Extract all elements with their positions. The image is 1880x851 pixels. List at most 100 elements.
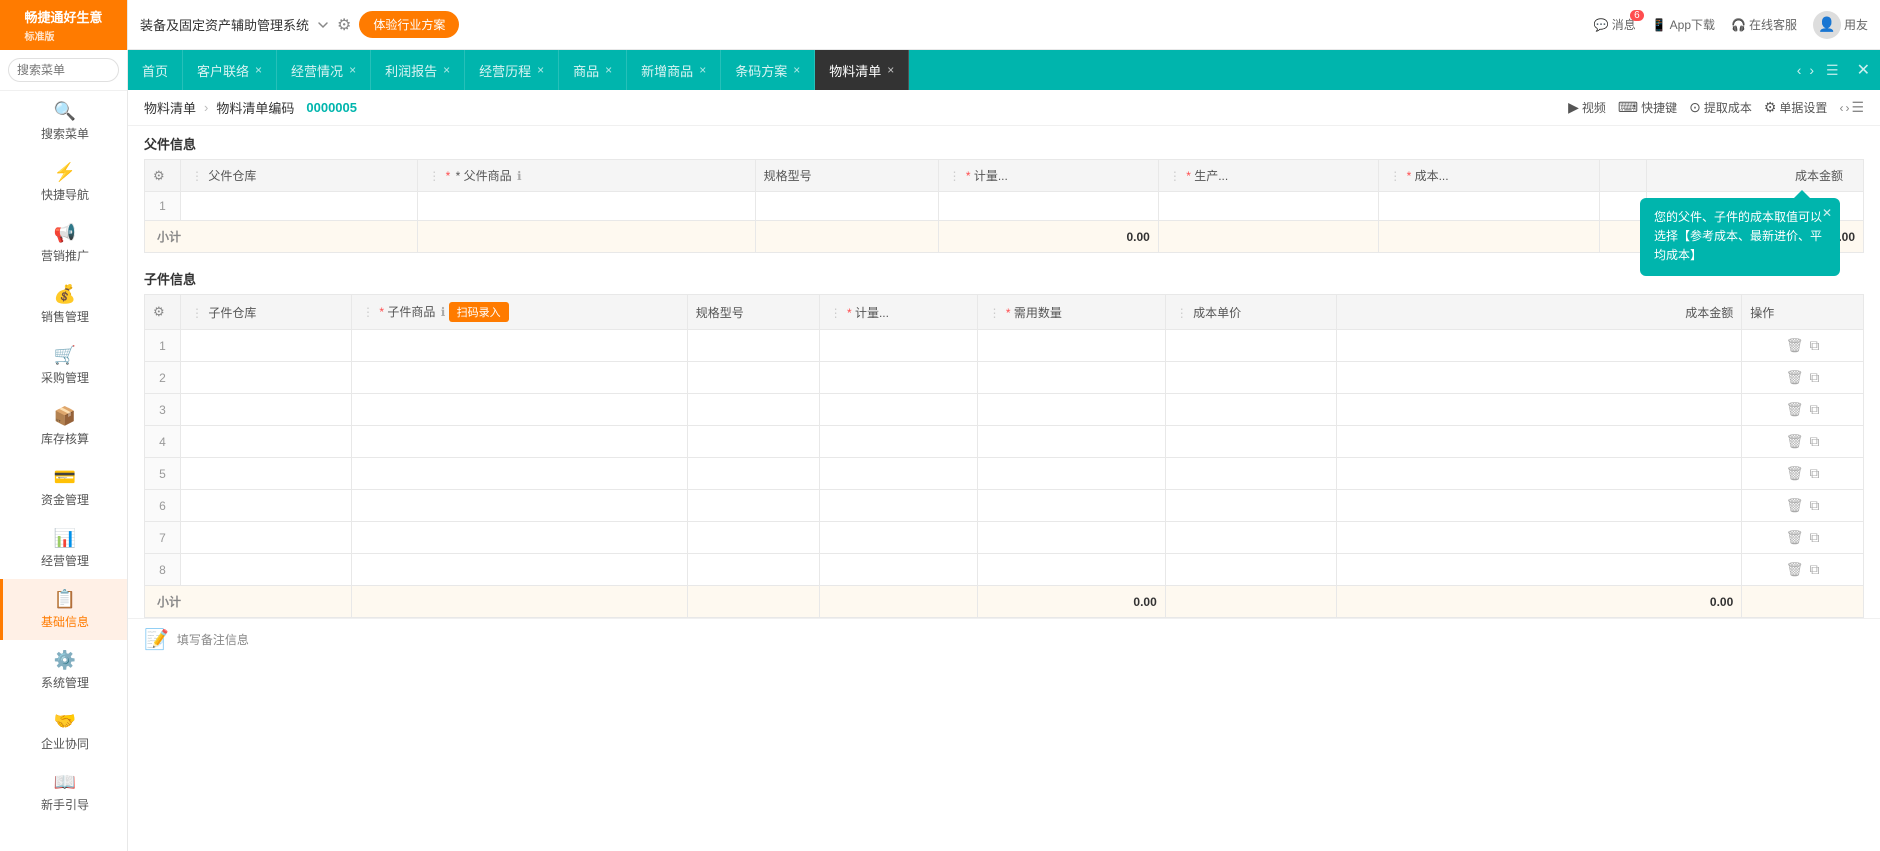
tab-close-icon[interactable]: × (349, 63, 356, 77)
cell[interactable] (978, 554, 1165, 586)
user-button[interactable]: 👤 用友 (1813, 11, 1868, 39)
cell-child-spec[interactable] (687, 330, 819, 362)
tab-close-icon[interactable]: × (537, 63, 544, 77)
sidebar-item-sales[interactable]: 💰 销售管理 (0, 274, 127, 335)
tab-close-icon[interactable]: × (605, 63, 612, 77)
cell-child-unit-cost[interactable] (1165, 330, 1336, 362)
tab-close-icon[interactable]: × (887, 63, 894, 77)
delete-icon[interactable]: 🗑 (1786, 465, 1804, 482)
copy-icon[interactable]: ⧉ (1810, 337, 1820, 354)
sidebar-item-marketing[interactable]: 📢 营销推广 (0, 213, 127, 274)
cell[interactable] (1165, 426, 1336, 458)
nav-next-icon[interactable]: › (1805, 62, 1818, 78)
left-arrow-icon[interactable]: ‹ (1839, 101, 1843, 115)
sidebar-item-guide[interactable]: 📖 新手引导 (0, 762, 127, 823)
copy-icon[interactable]: ⧉ (1810, 369, 1820, 386)
cell[interactable] (819, 458, 978, 490)
cell[interactable] (181, 458, 352, 490)
delete-icon[interactable]: 🗑 (1786, 433, 1804, 450)
scan-input-button[interactable]: 扫码录入 (449, 302, 509, 322)
th-child-settings[interactable]: ⚙ (145, 295, 181, 330)
sidebar-item-system[interactable]: ⚙️ 系统管理 (0, 640, 127, 701)
sidebar-item-finance[interactable]: 💳 资金管理 (0, 457, 127, 518)
cell[interactable] (687, 554, 819, 586)
cell-child-unit[interactable] (819, 362, 978, 394)
cell[interactable] (978, 426, 1165, 458)
tab-close-icon[interactable]: × (443, 63, 450, 77)
cell-product[interactable] (418, 192, 755, 221)
cell[interactable] (687, 490, 819, 522)
sidebar-item-inventory[interactable]: 📦 库存核算 (0, 396, 127, 457)
trial-button[interactable]: 体验行业方案 (359, 11, 459, 38)
edit-placeholder[interactable]: 填写备注信息 (177, 631, 249, 648)
delete-icon[interactable]: 🗑 (1786, 529, 1804, 546)
cell-child-spec[interactable] (687, 362, 819, 394)
sidebar-item-basics[interactable]: 📋 基础信息 (0, 579, 127, 640)
cell-cost[interactable] (1379, 192, 1599, 221)
cell[interactable] (181, 490, 352, 522)
right-arrow-icon[interactable]: › (1845, 101, 1849, 115)
cell[interactable] (687, 522, 819, 554)
cell[interactable] (352, 554, 688, 586)
tab-profit[interactable]: 利润报告 × (371, 50, 465, 90)
tab-operations[interactable]: 经营情况 × (277, 50, 371, 90)
cell-spec[interactable] (755, 192, 938, 221)
cell[interactable] (181, 426, 352, 458)
nav-prev-icon[interactable]: ‹ (1793, 62, 1806, 78)
cell[interactable] (819, 554, 978, 586)
cell[interactable] (352, 426, 688, 458)
cell[interactable] (1165, 490, 1336, 522)
cell-child-warehouse[interactable] (181, 330, 352, 362)
nav-menu-icon[interactable]: ☰ (1818, 62, 1847, 79)
cell-child-product[interactable] (352, 362, 688, 394)
list-view-icon[interactable]: ☰ (1851, 99, 1864, 116)
toolbar-shortcut[interactable]: ⌨ 快捷键 (1618, 99, 1677, 116)
tab-close-icon[interactable]: × (699, 63, 706, 77)
sidebar-item-quicknav[interactable]: ⚡ 快捷导航 (0, 152, 127, 213)
cell[interactable] (181, 554, 352, 586)
cell[interactable] (978, 458, 1165, 490)
cell[interactable] (352, 394, 688, 426)
copy-icon[interactable]: ⧉ (1810, 465, 1820, 482)
cell-qty[interactable] (938, 192, 1158, 221)
close-all-tabs-icon[interactable]: ✕ (1847, 60, 1880, 80)
delete-icon[interactable]: 🗑 (1786, 561, 1804, 578)
cell[interactable] (1165, 522, 1336, 554)
tooltip-close-icon[interactable]: ✕ (1822, 204, 1832, 223)
cell[interactable] (819, 522, 978, 554)
cell[interactable] (1165, 394, 1336, 426)
cell-child-product[interactable] (352, 330, 688, 362)
cell[interactable] (1165, 554, 1336, 586)
copy-icon[interactable]: ⧉ (1810, 401, 1820, 418)
tab-home[interactable]: 首页 (128, 50, 183, 90)
tab-bom[interactable]: 物料清单 × (815, 50, 909, 90)
sidebar-item-enterprise[interactable]: 🤝 企业协同 (0, 701, 127, 762)
cell[interactable] (352, 522, 688, 554)
cell-child-unit-cost[interactable] (1165, 362, 1336, 394)
cell-child-req-qty[interactable] (978, 362, 1165, 394)
cell[interactable] (819, 394, 978, 426)
copy-icon[interactable]: ⧉ (1810, 433, 1820, 450)
tab-close-icon[interactable]: × (793, 63, 800, 77)
toolbar-single-settings[interactable]: ⚙ 单据设置 (1764, 99, 1828, 116)
delete-icon[interactable]: 🗑 (1786, 369, 1804, 386)
copy-icon[interactable]: ⧉ (1810, 529, 1820, 546)
delete-icon[interactable]: 🗑 (1786, 337, 1804, 354)
tab-customer[interactable]: 客户联络 × (183, 50, 277, 90)
cell[interactable] (978, 394, 1165, 426)
cell[interactable] (687, 394, 819, 426)
sidebar-item-search[interactable]: 🔍 搜索菜单 (0, 91, 127, 152)
tab-barcode[interactable]: 条码方案 × (721, 50, 815, 90)
cell[interactable] (352, 490, 688, 522)
cell-child-unit[interactable] (819, 330, 978, 362)
cell-warehouse[interactable] (181, 192, 418, 221)
cell-child-warehouse[interactable] (181, 362, 352, 394)
cell[interactable] (181, 394, 352, 426)
cell-prod[interactable] (1158, 192, 1378, 221)
app-download-button[interactable]: 📱 App下载 (1652, 16, 1715, 33)
delete-icon[interactable]: 🗑 (1786, 497, 1804, 514)
copy-icon[interactable]: ⧉ (1810, 497, 1820, 514)
cell[interactable] (352, 458, 688, 490)
cell[interactable] (1165, 458, 1336, 490)
tab-history[interactable]: 经营历程 × (465, 50, 559, 90)
